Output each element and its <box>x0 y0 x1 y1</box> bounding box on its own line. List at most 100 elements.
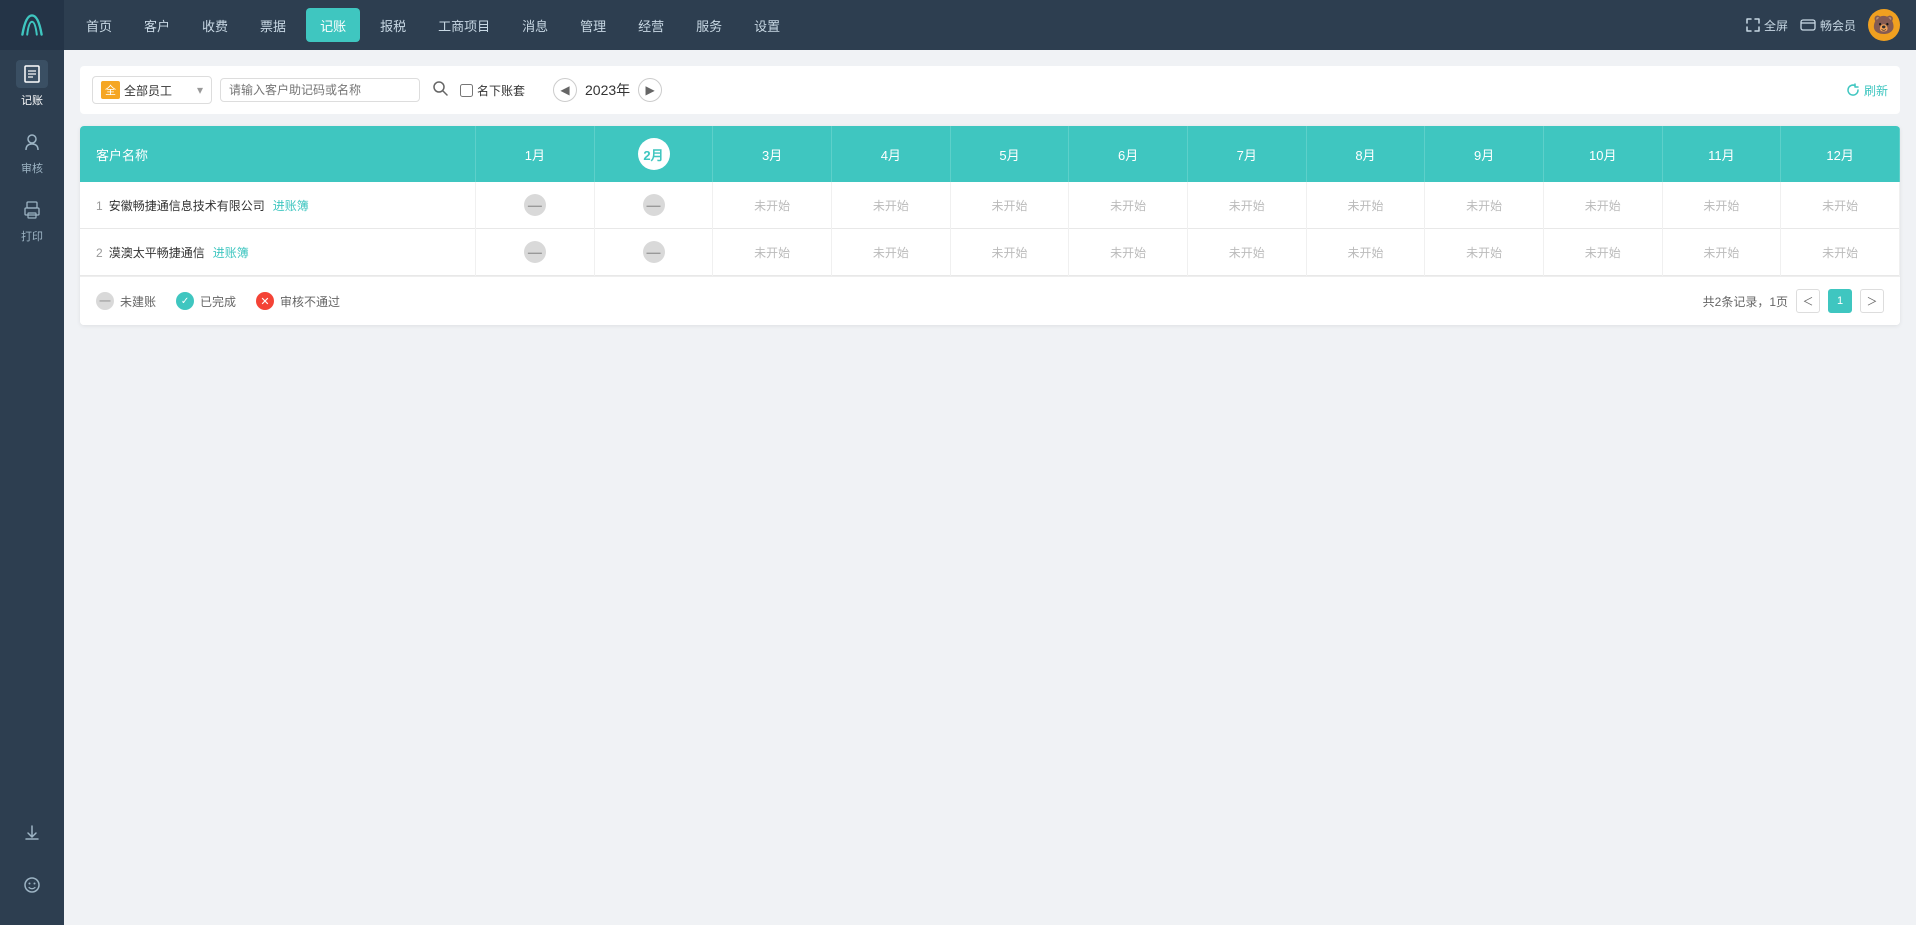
nav-tax[interactable]: 报税 <box>364 0 422 50</box>
sidebar-item-audit[interactable]: 审核 <box>0 118 64 186</box>
table-scroll-area[interactable]: 客户名称 1月 2月 3月 4月 5月 6月 7月 8月 9月 <box>80 126 1900 276</box>
cell-month-10: 未开始 <box>1543 182 1662 229</box>
sidebar-item-download[interactable] <box>0 809 64 857</box>
nav-bookkeeping[interactable]: 记账 <box>306 8 360 42</box>
nav-management[interactable]: 管理 <box>564 0 622 50</box>
cell-month-9: 未开始 <box>1425 229 1544 276</box>
col-month-8: 8月 <box>1306 126 1425 182</box>
legend-dot-grey: — <box>96 292 114 310</box>
user-avatar[interactable]: 🐻 <box>1868 9 1900 41</box>
cell-month-4: 未开始 <box>832 229 951 276</box>
status-dash-icon: — <box>643 241 665 263</box>
row-index: 1 <box>96 199 103 213</box>
status-not-started: 未开始 <box>1703 199 1739 213</box>
cell-month-1[interactable]: — <box>476 229 595 276</box>
search-input[interactable] <box>220 78 420 102</box>
status-not-started: 未开始 <box>873 246 909 260</box>
sidebar-item-print[interactable]: 打印 <box>0 186 64 254</box>
table-row: 1安徽畅捷通信息技术有限公司进账簿——未开始未开始未开始未开始未开始未开始未开始… <box>80 182 1900 229</box>
cell-month-12: 未开始 <box>1781 229 1900 276</box>
search-button[interactable] <box>428 80 452 100</box>
status-not-started: 未开始 <box>1466 199 1502 213</box>
cell-month-6: 未开始 <box>1069 182 1188 229</box>
status-not-started: 未开始 <box>1110 246 1146 260</box>
nav-messages[interactable]: 消息 <box>506 0 564 50</box>
legend-completed: ✓ 已完成 <box>176 292 236 310</box>
status-not-started: 未开始 <box>1822 246 1858 260</box>
cell-month-10: 未开始 <box>1543 229 1662 276</box>
checkbox-mine[interactable]: 名下账套 <box>460 82 525 99</box>
cell-month-7: 未开始 <box>1187 229 1306 276</box>
employee-label: 全部员工 <box>124 82 172 99</box>
sidebar-item-bookkeeping[interactable]: 记账 <box>0 50 64 118</box>
page-next-button[interactable]: ＞ <box>1860 289 1884 313</box>
enter-ledger-link[interactable]: 进账簿 <box>213 246 249 260</box>
legend-dot-red: ✕ <box>256 292 274 310</box>
legend-label-rejected: 审核不通过 <box>280 293 340 310</box>
cell-month-5: 未开始 <box>950 229 1069 276</box>
nav-business[interactable]: 工商项目 <box>422 0 506 50</box>
dropdown-arrow-icon: ▾ <box>197 83 203 97</box>
client-name: 漠澳太平畅捷通信 <box>109 246 205 260</box>
nav-services[interactable]: 服务 <box>680 0 738 50</box>
cell-month-8: 未开始 <box>1306 229 1425 276</box>
col-month-3: 3月 <box>713 126 832 182</box>
nav-invoices[interactable]: 票据 <box>244 0 302 50</box>
year-navigation: ◀ 2023年 ▶ <box>553 78 662 102</box>
cell-month-11: 未开始 <box>1662 182 1781 229</box>
nav-home[interactable]: 首页 <box>70 0 128 50</box>
status-not-started: 未开始 <box>1229 246 1265 260</box>
page-1-button[interactable]: 1 <box>1828 289 1852 313</box>
status-not-started: 未开始 <box>873 199 909 213</box>
status-not-started: 未开始 <box>1585 246 1621 260</box>
fullscreen-button[interactable]: 全屏 <box>1746 17 1788 34</box>
page-prev-button[interactable]: ＜ <box>1796 289 1820 313</box>
cell-month-5: 未开始 <box>950 182 1069 229</box>
col-month-4: 4月 <box>832 126 951 182</box>
cell-month-2[interactable]: — <box>594 182 713 229</box>
checkbox-label-text: 名下账套 <box>477 82 525 99</box>
employee-select[interactable]: 全 全部员工 ▾ <box>92 76 212 104</box>
cell-month-9: 未开始 <box>1425 182 1544 229</box>
status-not-started: 未开始 <box>991 246 1027 260</box>
col-month-2: 2月 <box>594 126 713 182</box>
col-month-11: 11月 <box>1662 126 1781 182</box>
status-not-started: 未开始 <box>1822 199 1858 213</box>
nav-billing[interactable]: 收费 <box>186 0 244 50</box>
status-dash-icon: — <box>643 194 665 216</box>
status-not-started: 未开始 <box>991 199 1027 213</box>
sidebar-bottom <box>0 809 64 925</box>
sidebar: 记账 审核 打印 <box>0 0 64 925</box>
legend-dot-teal: ✓ <box>176 292 194 310</box>
col-month-1: 1月 <box>476 126 595 182</box>
mine-checkbox[interactable] <box>460 84 473 97</box>
face-icon <box>16 871 48 899</box>
nav-operations[interactable]: 经营 <box>622 0 680 50</box>
year-next-button[interactable]: ▶ <box>638 78 662 102</box>
col-month-6: 6月 <box>1069 126 1188 182</box>
refresh-label: 刷新 <box>1864 82 1888 99</box>
legend-rejected: ✕ 审核不通过 <box>256 292 340 310</box>
cell-month-7: 未开始 <box>1187 182 1306 229</box>
pagination: 共2条记录，1页 ＜ 1 ＞ <box>1703 289 1884 313</box>
status-not-started: 未开始 <box>1585 199 1621 213</box>
sidebar-label-audit: 审核 <box>21 160 43 176</box>
table-body: 1安徽畅捷通信息技术有限公司进账簿——未开始未开始未开始未开始未开始未开始未开始… <box>80 182 1900 276</box>
main-content: 全 全部员工 ▾ 名下账套 ◀ 2023年 ▶ 刷新 <box>64 50 1916 925</box>
cell-client-name: 1安徽畅捷通信息技术有限公司进账簿 <box>80 182 476 229</box>
nav-clients[interactable]: 客户 <box>128 0 186 50</box>
audit-icon <box>16 128 48 156</box>
nav-settings[interactable]: 设置 <box>738 0 796 50</box>
bookkeeping-table: 客户名称 1月 2月 3月 4月 5月 6月 7月 8月 9月 <box>80 126 1900 276</box>
member-button[interactable]: 畅会员 <box>1800 17 1856 34</box>
year-prev-button[interactable]: ◀ <box>553 78 577 102</box>
sidebar-item-face[interactable] <box>0 861 64 909</box>
status-not-started: 未开始 <box>754 199 790 213</box>
status-not-started: 未开始 <box>1347 199 1383 213</box>
cell-month-6: 未开始 <box>1069 229 1188 276</box>
cell-month-2[interactable]: — <box>594 229 713 276</box>
table-row: 2漠澳太平畅捷通信进账簿——未开始未开始未开始未开始未开始未开始未开始未开始未开… <box>80 229 1900 276</box>
refresh-button[interactable]: 刷新 <box>1846 82 1888 99</box>
enter-ledger-link[interactable]: 进账簿 <box>273 199 309 213</box>
cell-month-1[interactable]: — <box>476 182 595 229</box>
